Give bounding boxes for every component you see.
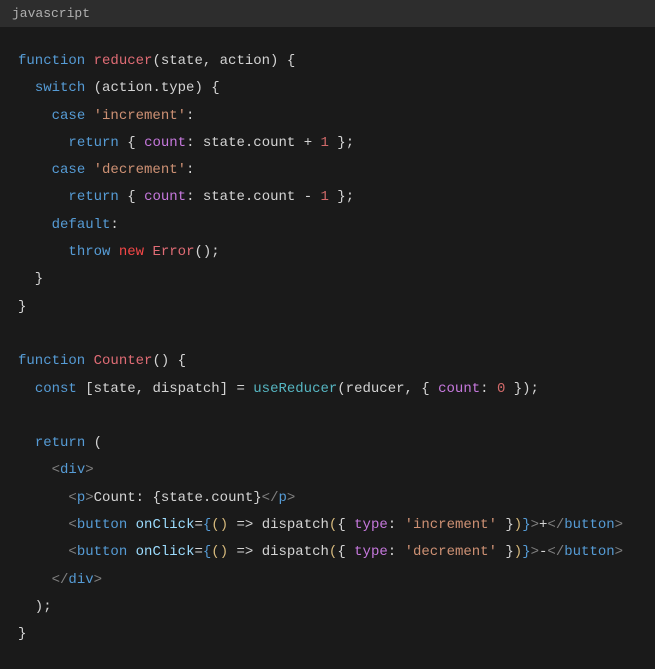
keyword-case: case bbox=[52, 108, 86, 124]
jsx-tag: button bbox=[77, 544, 127, 560]
code-header: javascript bbox=[0, 0, 655, 28]
keyword-new: new bbox=[119, 244, 144, 260]
code-block[interactable]: function reducer(state, action) { switch… bbox=[0, 28, 655, 669]
language-label: javascript bbox=[12, 6, 90, 21]
keyword-function: function bbox=[18, 53, 85, 69]
keyword-switch: switch bbox=[35, 80, 85, 96]
keyword-default: default bbox=[52, 217, 111, 233]
property: count bbox=[144, 189, 186, 205]
error-class: Error bbox=[152, 244, 194, 260]
switch-expr: (action.type) { bbox=[85, 80, 219, 96]
number: 1 bbox=[321, 135, 329, 151]
string-literal: 'decrement' bbox=[94, 162, 186, 178]
jsx-tag: p bbox=[77, 490, 85, 506]
property: count bbox=[144, 135, 186, 151]
jsx-attr: onClick bbox=[136, 517, 195, 533]
function-name: reducer bbox=[94, 53, 153, 69]
keyword-return: return bbox=[68, 135, 118, 151]
jsx-tag: div bbox=[60, 462, 85, 478]
jsx-tag: button bbox=[77, 517, 127, 533]
keyword-function: function bbox=[18, 353, 85, 369]
jsx-attr: onClick bbox=[136, 544, 195, 560]
property: count bbox=[438, 381, 480, 397]
keyword-case: case bbox=[52, 162, 86, 178]
string-literal: 'increment' bbox=[94, 108, 186, 124]
jsx-tag: div bbox=[68, 572, 93, 588]
function-name: Counter bbox=[94, 353, 153, 369]
keyword-const: const bbox=[35, 381, 77, 397]
number: 1 bbox=[321, 189, 329, 205]
params: (state, action) { bbox=[152, 53, 295, 69]
keyword-throw: throw bbox=[68, 244, 110, 260]
keyword-return: return bbox=[68, 189, 118, 205]
keyword-return: return bbox=[35, 435, 85, 451]
hook-call: useReducer bbox=[253, 381, 337, 397]
